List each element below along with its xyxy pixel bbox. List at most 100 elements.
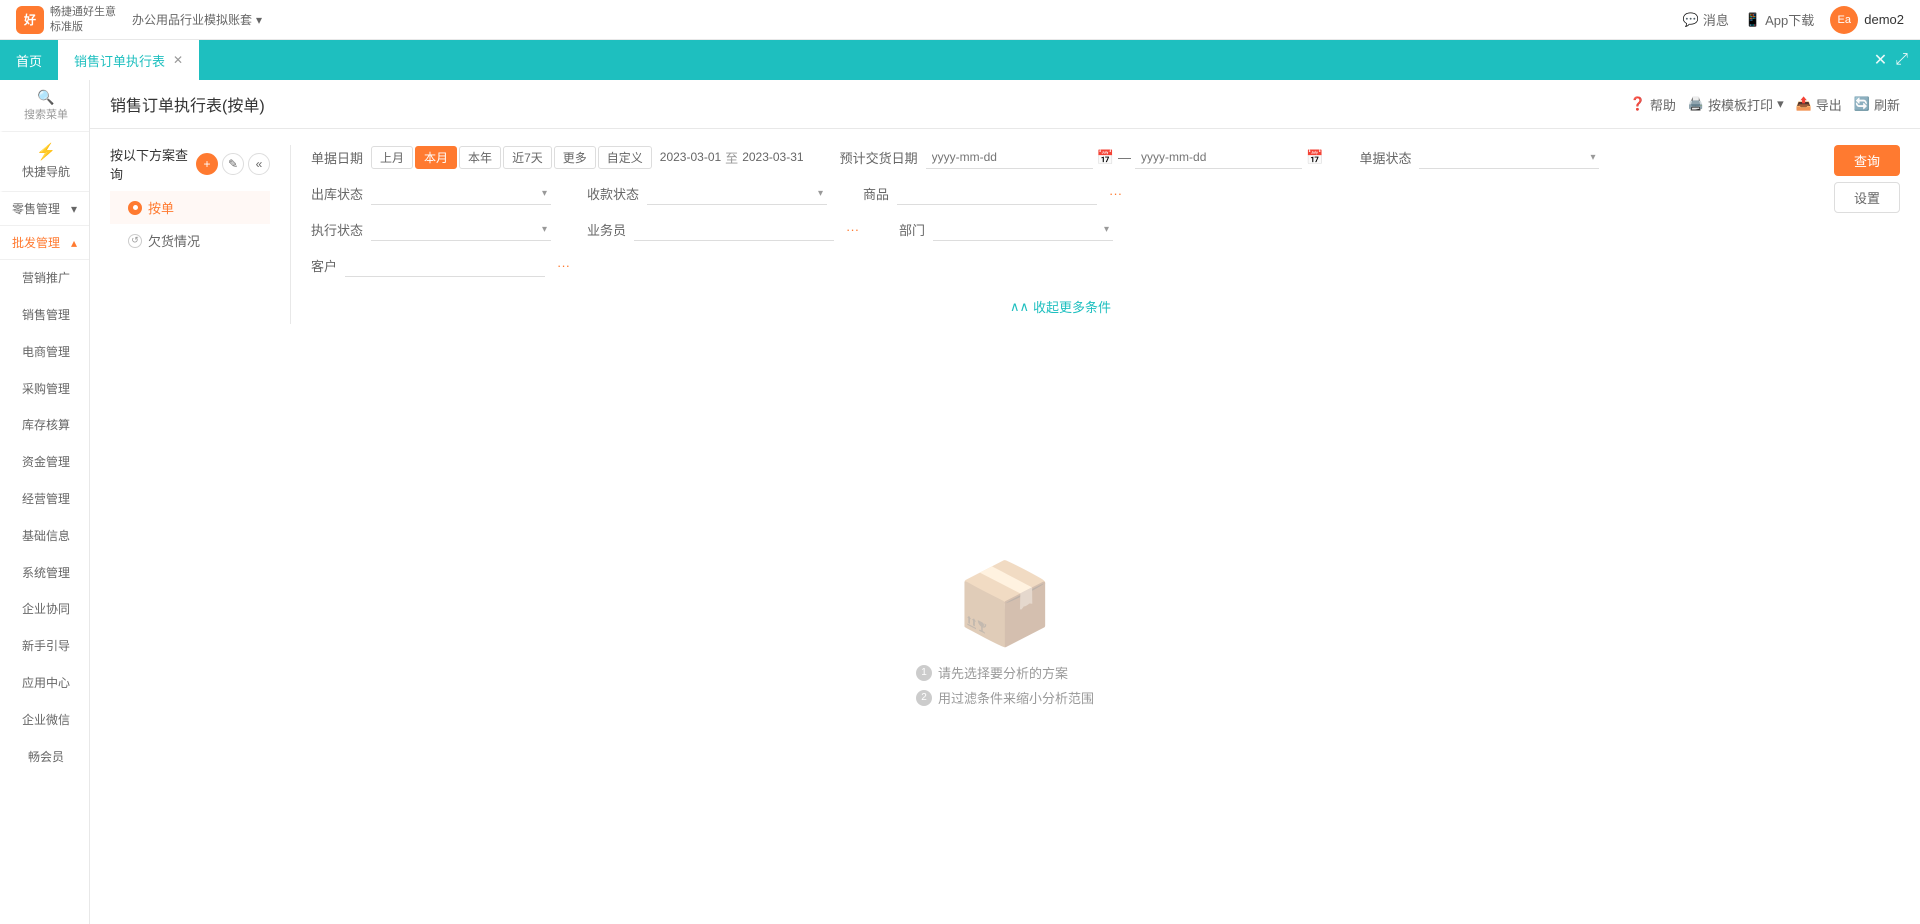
app-download-button[interactable]: 📱 App下载 [1745, 10, 1814, 29]
tab-bar: 首页 销售订单执行表 ✕ ✕ ⤢ [0, 40, 1920, 80]
outbound-status-select-wrap: ▾ [371, 181, 551, 205]
hint-num-1: 1 [916, 665, 932, 681]
exec-status-field: 执行状态 ▾ [311, 217, 551, 241]
user-profile[interactable]: Ea demo2 [1830, 6, 1904, 34]
calendar-icon-from[interactable]: 📅 [1097, 149, 1114, 166]
goods-ellipsis[interactable]: ··· [1105, 186, 1126, 201]
customer-input[interactable] [345, 253, 545, 277]
date-tag-7days[interactable]: 近7天 [503, 146, 552, 169]
scheme-item-arrears[interactable]: ↺ 欠货情况 [110, 224, 270, 257]
nav-newuser[interactable]: 新手引导 [0, 628, 89, 665]
scheme-icons: + ✎ « [196, 153, 270, 175]
nav-inventory[interactable]: 库存核算 [0, 407, 89, 444]
exec-status-select[interactable] [371, 217, 551, 241]
filter-row-customer: 客户 ··· [311, 253, 1810, 277]
expand-icon[interactable]: ⤢ [1895, 51, 1908, 69]
receipt-status-select[interactable] [647, 181, 827, 205]
scheme-item-press[interactable]: 按单 [110, 191, 270, 224]
top-bar-right: 💬 消息 📱 App下载 Ea demo2 [1683, 6, 1904, 34]
nav-purchase[interactable]: 采购管理 [0, 371, 89, 408]
help-button[interactable]: ❓ 帮助 [1630, 95, 1676, 114]
salesperson-ellipsis[interactable]: ··· [842, 222, 863, 237]
user-name: demo2 [1864, 12, 1904, 27]
export-icon: 📤 [1796, 96, 1812, 112]
export-button[interactable]: 📤 导出 [1796, 95, 1842, 114]
empty-hints: 1 请先选择要分析的方案 2 用过滤条件来缩小分析范围 [916, 663, 1094, 707]
collapse-icon: ∧∧ [1010, 299, 1029, 315]
dept-select-wrap: ▾ [933, 217, 1113, 241]
date-tag-this-month[interactable]: 本月 [415, 146, 457, 169]
dept-select[interactable] [933, 217, 1113, 241]
date-tag-more[interactable]: 更多 [554, 146, 596, 169]
order-status-select[interactable] [1419, 145, 1599, 169]
collapse-more-button[interactable]: ∧∧ 收起更多条件 [1010, 297, 1111, 316]
help-icon: ❓ [1630, 96, 1646, 112]
filter-panel: 按以下方案查询 + ✎ « 按单 ↺ [90, 129, 1920, 340]
scheme-dot-press [128, 201, 142, 215]
nav-system[interactable]: 系统管理 [0, 555, 89, 592]
left-nav: 🔍 搜索菜单 ⚡ 快捷导航 零售管理 ▾ 批发管理 ▴ 营销推广 销售管理 电商… [0, 80, 90, 924]
empty-state: 📦 1 请先选择要分析的方案 2 用过滤条件来缩小分析范围 [90, 340, 1920, 924]
order-status-select-wrap: ▾ [1419, 145, 1599, 169]
scheme-section: 按以下方案查询 + ✎ « 按单 ↺ [110, 145, 270, 257]
salesperson-input[interactable] [634, 217, 834, 241]
nav-finance[interactable]: 资金管理 [0, 444, 89, 481]
nav-retail[interactable]: 零售管理 ▾ [0, 192, 89, 225]
empty-illustration: 📦 [955, 557, 1055, 651]
print-button[interactable]: 🖨️ 按模板打印 ▾ [1688, 95, 1784, 114]
scheme-edit-button[interactable]: ✎ [222, 153, 244, 175]
content-area: 销售订单执行表(按单) ❓ 帮助 🖨️ 按模板打印 ▾ 📤 导出 🔄 刷新 [90, 80, 1920, 924]
nav-quick[interactable]: ⚡ 快捷导航 [0, 132, 89, 192]
filter-rows: 单据日期 上月 本月 本年 近7天 更多 自定义 2023-03-01 [311, 145, 1810, 324]
expected-delivery-field: 预计交货日期 📅 — 📅 [840, 146, 1324, 169]
nav-sales[interactable]: 销售管理 [0, 297, 89, 334]
order-status-field: 单据状态 ▾ [1359, 145, 1599, 169]
salesperson-field: 业务员 ··· [587, 217, 863, 241]
expected-date-from-input[interactable] [926, 146, 1093, 169]
print-icon: 🖨️ [1688, 96, 1704, 112]
exec-status-select-wrap: ▾ [371, 217, 551, 241]
close-all-icon[interactable]: ✕ [1874, 50, 1887, 70]
date-tag-this-year[interactable]: 本年 [459, 146, 501, 169]
tab-close-icon[interactable]: ✕ [173, 53, 183, 67]
filter-row-exec: 执行状态 ▾ 业务员 ··· [311, 217, 1810, 241]
query-button[interactable]: 查询 [1834, 145, 1900, 176]
main-layout: 🔍 搜索菜单 ⚡ 快捷导航 零售管理 ▾ 批发管理 ▴ 营销推广 销售管理 电商… [0, 80, 1920, 924]
vertical-divider [290, 145, 291, 324]
date-range-display: 2023-03-01 至 2023-03-31 [660, 148, 804, 167]
nav-marketing[interactable]: 营销推广 [0, 260, 89, 297]
refresh-button[interactable]: 🔄 刷新 [1854, 95, 1900, 114]
page-actions: ❓ 帮助 🖨️ 按模板打印 ▾ 📤 导出 🔄 刷新 [1630, 95, 1900, 114]
nav-search[interactable]: 🔍 搜索菜单 [0, 80, 89, 132]
nav-wholesale[interactable]: 批发管理 ▴ [0, 226, 89, 259]
tab-sales-order[interactable]: 销售订单执行表 ✕ [58, 40, 199, 80]
nav-appstore[interactable]: 应用中心 [0, 665, 89, 702]
expected-date-to-input[interactable] [1135, 146, 1302, 169]
nav-basic[interactable]: 基础信息 [0, 518, 89, 555]
logo-area: 好 畅捷通好生意 标准版 [16, 5, 116, 34]
nav-weixin[interactable]: 企业微信 [0, 702, 89, 739]
nav-operations[interactable]: 经营管理 [0, 481, 89, 518]
query-btn-group: 查询 设置 [1822, 145, 1900, 213]
empty-hint-2: 2 用过滤条件来缩小分析范围 [916, 688, 1094, 707]
tab-home[interactable]: 首页 [0, 40, 58, 80]
receipt-status-select-wrap: ▾ [647, 181, 827, 205]
scheme-dot-arrears: ↺ [128, 234, 142, 248]
customer-field: 客户 ··· [311, 253, 574, 277]
nav-ecommerce[interactable]: 电商管理 [0, 334, 89, 371]
customer-ellipsis[interactable]: ··· [553, 258, 574, 273]
goods-input[interactable] [897, 181, 1097, 205]
goods-field: 商品 ··· [863, 181, 1126, 205]
company-selector[interactable]: 办公用品行业模拟账套 ▾ [124, 11, 270, 28]
calendar-icon-to[interactable]: 📅 [1306, 149, 1323, 166]
outbound-status-select[interactable] [371, 181, 551, 205]
nav-member[interactable]: 畅会员 [0, 739, 89, 776]
nav-enterprise[interactable]: 企业协同 [0, 591, 89, 628]
scheme-collapse-button[interactable]: « [248, 153, 270, 175]
filter-row-date: 单据日期 上月 本月 本年 近7天 更多 自定义 2023-03-01 [311, 145, 1810, 169]
date-tag-last-month[interactable]: 上月 [371, 146, 413, 169]
setting-button[interactable]: 设置 [1834, 182, 1900, 213]
scheme-add-button[interactable]: + [196, 153, 218, 175]
date-tag-custom[interactable]: 自定义 [598, 146, 652, 169]
message-button[interactable]: 💬 消息 [1683, 10, 1729, 29]
